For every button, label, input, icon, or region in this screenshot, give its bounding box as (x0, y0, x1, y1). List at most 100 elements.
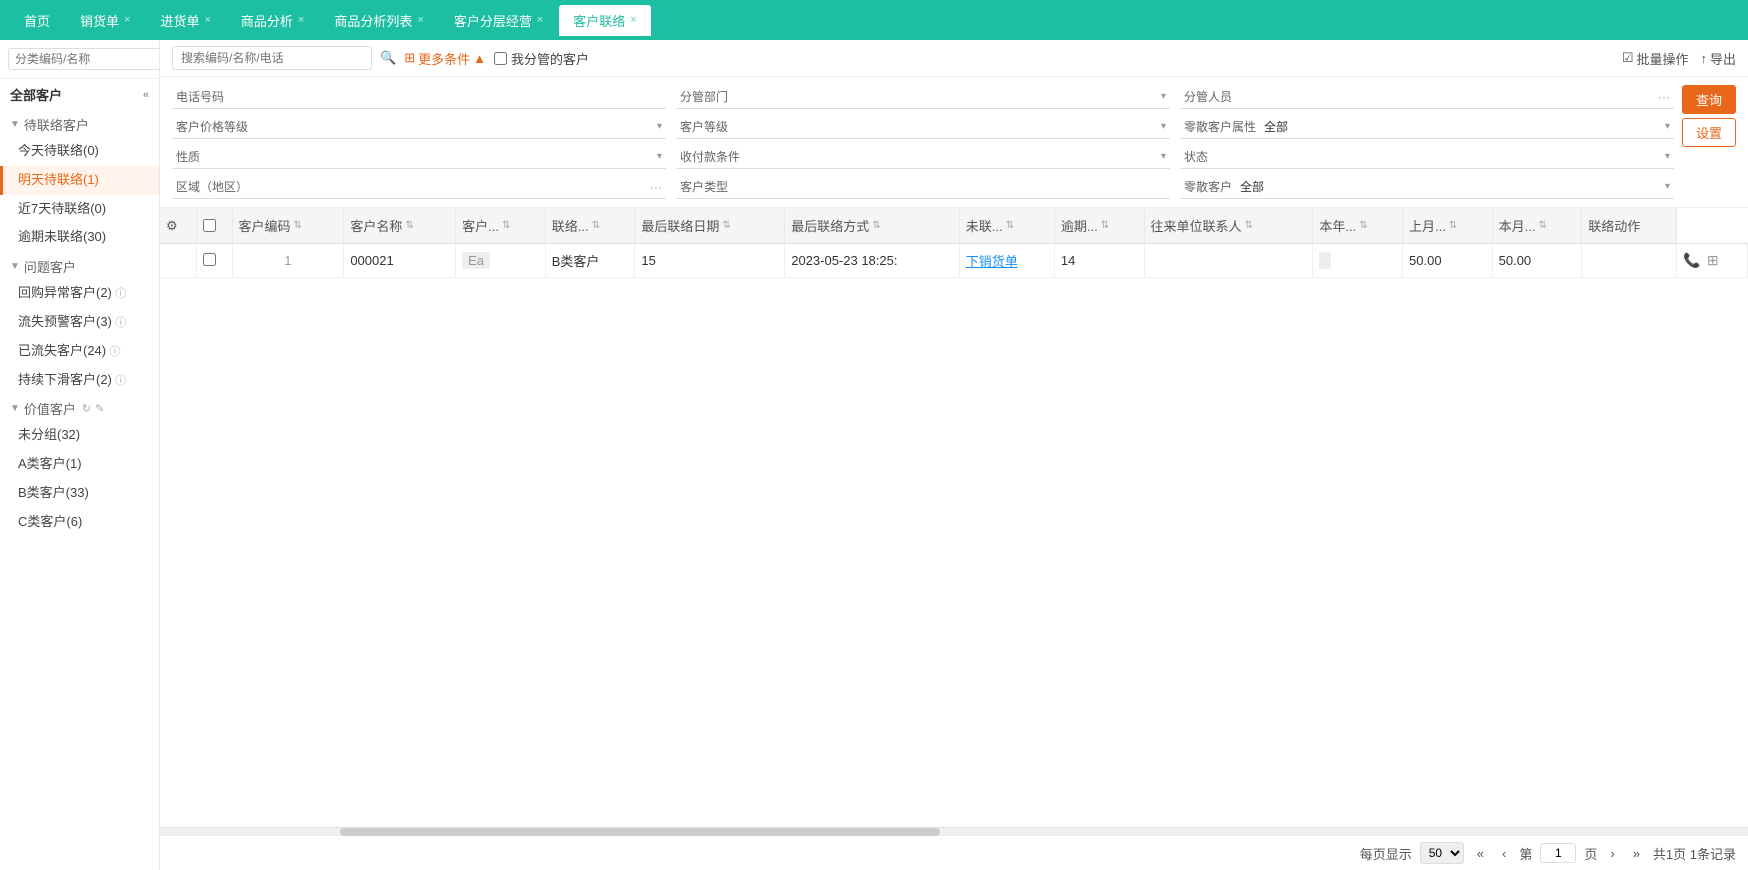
close-purchase-tab[interactable]: × (204, 14, 210, 26)
refresh-icon[interactable]: ↻ (82, 402, 91, 415)
page-unit-label: 页 (1584, 844, 1597, 863)
filter-row-4: 区域（地区） ··· 客户类型 零散客户 全部 ▾ (172, 175, 1674, 199)
export-button[interactable]: ↑ 导出 (1700, 49, 1736, 68)
sidebar-item-a-class[interactable]: A类客户(1) (0, 450, 159, 479)
advanced-filter-panel: 电话号码 分管部门 ▾ 分管人员 ··· (160, 77, 1748, 208)
sidebar-search-input[interactable] (8, 48, 160, 70)
batch-op-button[interactable]: ☑ 批量操作 (1622, 49, 1689, 68)
sidebar-item-overdue-contact[interactable]: 逾期未联络(30) (0, 223, 159, 252)
close-product-analysis-tab[interactable]: × (298, 14, 304, 26)
th-checkbox[interactable] (196, 208, 232, 244)
sidebar-item-tomorrow-contact[interactable]: 明天待联络(1) (0, 166, 159, 195)
nav-customer-layer[interactable]: 客户分层经营 × (440, 5, 557, 36)
phone-action-icon[interactable]: 📞 (1683, 252, 1700, 269)
filter-dept[interactable]: 分管部门 ▾ (676, 85, 1170, 109)
close-sales-tab[interactable]: × (124, 14, 130, 26)
sidebar-group-problem[interactable]: ▼ 问题客户 (0, 252, 159, 279)
row-select-checkbox[interactable] (203, 253, 216, 266)
sidebar-item-ungrouped[interactable]: 未分组(32) (0, 421, 159, 450)
th-unit-contact[interactable]: 往来单位联系人 ⇅ (1144, 208, 1313, 244)
filter-phone[interactable]: 电话号码 (172, 85, 666, 109)
help-icon: ⓘ (115, 288, 126, 300)
select-all-checkbox[interactable] (203, 219, 216, 232)
filter-customer-level[interactable]: 客户等级 ▾ (676, 115, 1170, 139)
nav-product-analysis[interactable]: 商品分析 × (227, 5, 318, 36)
row-checkbox-cell[interactable] (196, 244, 232, 278)
row-contact-actions: 📞 ⊞ (1677, 244, 1748, 278)
sidebar-all-customers[interactable]: 全部客户 « (0, 79, 159, 110)
sidebar-item-b-class[interactable]: B类客户(33) (0, 479, 159, 508)
sort-icon: ⇅ (1245, 220, 1253, 231)
per-page-select[interactable]: 50 (1420, 842, 1464, 864)
triangle-icon: ▼ (10, 119, 20, 130)
page-prefix-label: 第 (1519, 844, 1532, 863)
sidebar-item-repurchase-abnormal[interactable]: 回购异常客户(2) ⓘ (0, 279, 159, 308)
filter-retail-customer[interactable]: 零散客户 全部 ▾ (1180, 175, 1674, 199)
nav-home[interactable]: 首页 (10, 5, 64, 36)
right-actions: ☑ 批量操作 ↑ 导出 (1622, 49, 1736, 68)
export-icon: ↑ (1700, 51, 1707, 66)
th-last-month[interactable]: 上月... ⇅ (1403, 208, 1493, 244)
filter-retail-attr[interactable]: 零散客户属性 全部 ▾ (1180, 115, 1674, 139)
th-unpaid[interactable]: 未联... ⇅ (959, 208, 1054, 244)
filter-status[interactable]: 状态 ▾ (1180, 145, 1674, 169)
filter-manager[interactable]: 分管人员 ··· (1180, 85, 1674, 109)
first-page-button[interactable]: « (1472, 844, 1489, 863)
close-customer-layer-tab[interactable]: × (537, 14, 543, 26)
th-gear[interactable]: ⚙ (160, 208, 196, 244)
nav-product-analysis-list[interactable]: 商品分析列表 × (320, 5, 437, 36)
my-customers-checkbox[interactable]: 我分管的客户 (494, 49, 589, 68)
set-button[interactable]: 设置 (1682, 118, 1736, 147)
th-contact-count[interactable]: 联络... ⇅ (545, 208, 635, 244)
sidebar-group-value[interactable]: ▼ 价值客户 ↻ ✎ (0, 394, 159, 421)
scroll-thumb[interactable] (340, 828, 940, 836)
close-customer-contact-tab[interactable]: × (630, 14, 636, 26)
close-product-analysis-list-tab[interactable]: × (417, 14, 423, 26)
filter-payment-terms[interactable]: 收付款条件 ▾ (676, 145, 1170, 169)
qr-action-icon[interactable]: ⊞ (1707, 252, 1719, 269)
nav-customer-contact[interactable]: 客户联络 × (559, 5, 650, 36)
th-current-month[interactable]: 本月... ⇅ (1492, 208, 1582, 244)
search-button[interactable]: 🔍 (380, 50, 396, 66)
search-input[interactable] (172, 46, 372, 70)
next-page-button[interactable]: › (1605, 844, 1619, 863)
sidebar-item-c-class[interactable]: C类客户(6) (0, 508, 159, 537)
horizontal-scrollbar[interactable] (160, 827, 1748, 835)
edit-icon[interactable]: ✎ (95, 402, 104, 415)
nav-sales[interactable]: 销货单 × (66, 5, 144, 36)
prev-page-button[interactable]: ‹ (1497, 844, 1511, 863)
nav-purchase[interactable]: 进货单 × (146, 5, 224, 36)
th-customer-name[interactable]: 客户名称 ⇅ (344, 208, 456, 244)
filter-nature[interactable]: 性质 ▾ (172, 145, 666, 169)
th-customer-type[interactable]: 客户... ⇅ (456, 208, 546, 244)
last-page-button[interactable]: » (1628, 844, 1645, 863)
row-last-contact-date: 2023-05-23 18:25: (785, 244, 960, 278)
filter-customer-type[interactable]: 客户类型 (676, 175, 1170, 199)
sidebar-item-churned[interactable]: 已流失客户(24) ⓘ (0, 337, 159, 366)
th-current-year[interactable]: 本年... ⇅ (1313, 208, 1403, 244)
per-page-label: 每页显示 (1360, 844, 1412, 863)
sidebar-item-today-contact[interactable]: 今天待联络(0) (0, 137, 159, 166)
my-customers-checkbox-input[interactable] (494, 52, 507, 65)
th-overdue[interactable]: 逾期... ⇅ (1054, 208, 1144, 244)
th-last-contact-method[interactable]: 最后联络方式 ⇅ (785, 208, 960, 244)
th-customer-code[interactable]: 客户编码 ⇅ (232, 208, 344, 244)
filter-row-1: 电话号码 分管部门 ▾ 分管人员 ··· (172, 85, 1674, 109)
page-number-input[interactable] (1540, 843, 1576, 863)
row-gear-cell (160, 244, 196, 278)
chevron-down-icon: ▾ (1161, 151, 1166, 162)
sidebar-group-pending[interactable]: ▼ 待联络客户 (0, 110, 159, 137)
sidebar-item-declining[interactable]: 持续下滑客户(2) ⓘ (0, 366, 159, 395)
row-customer-type: B类客户 (545, 244, 635, 278)
row-last-contact-method[interactable]: 下销货单 (959, 244, 1054, 278)
collapse-icon: « (143, 89, 149, 101)
sidebar-item-7day-contact[interactable]: 近7天待联络(0) (0, 195, 159, 224)
query-button[interactable]: 查询 (1682, 85, 1736, 114)
sidebar-item-churn-warning[interactable]: 流失预警客户(3) ⓘ (0, 308, 159, 337)
sort-icon: ⇅ (1449, 220, 1457, 231)
filter-region[interactable]: 区域（地区） ··· (172, 175, 666, 199)
more-conditions-button[interactable]: ⊞ 更多条件 ▲ (404, 49, 486, 68)
content-area: 🔍 ⊞ 更多条件 ▲ 我分管的客户 ☑ 批量操作 ↑ 导出 (160, 40, 1748, 870)
filter-price-level[interactable]: 客户价格等级 ▾ (172, 115, 666, 139)
th-last-contact-date[interactable]: 最后联络日期 ⇅ (635, 208, 785, 244)
